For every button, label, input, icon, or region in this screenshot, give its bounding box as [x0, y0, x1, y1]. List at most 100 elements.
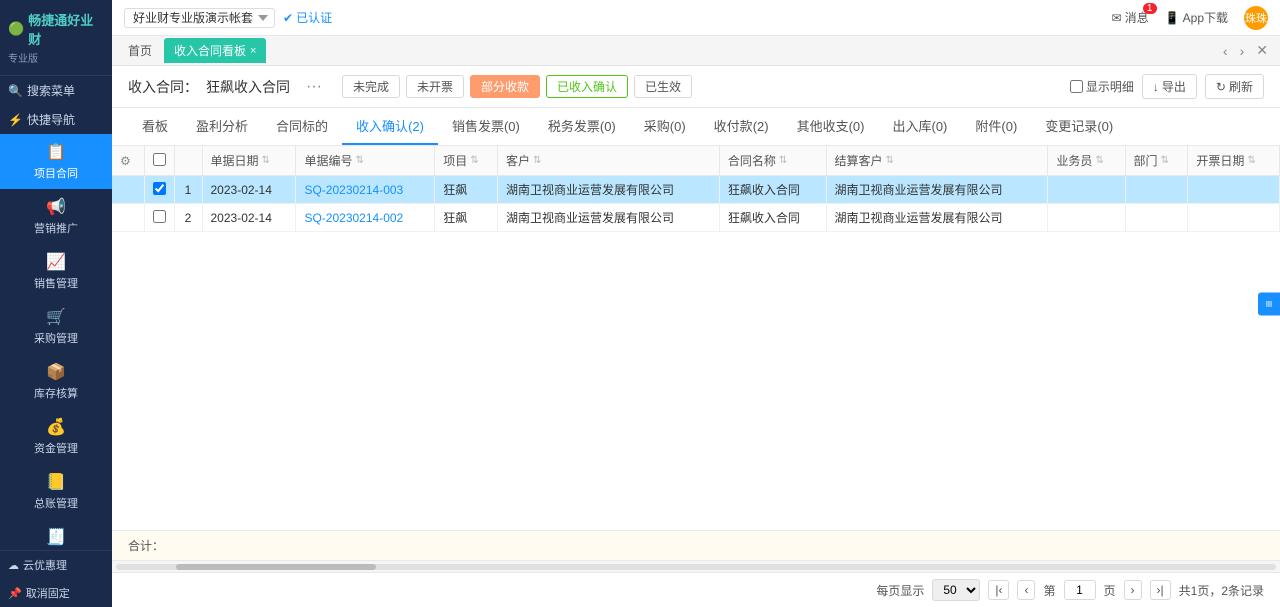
select-all-checkbox[interactable] — [153, 153, 166, 166]
col-project: 项目 ⇅ — [435, 146, 498, 176]
show-detail-label: 显示明细 — [1086, 78, 1134, 95]
more-options-btn[interactable]: ··· — [306, 78, 322, 96]
tab-contract-board[interactable]: 收入合同看板 × — [164, 38, 266, 63]
sort-project-icon[interactable]: ⇅ — [470, 155, 478, 166]
export-btn[interactable]: ↓ 导出 — [1142, 74, 1197, 99]
app-download-label: App下载 — [1183, 9, 1228, 26]
col-invoice-date: 开票日期 ⇅ — [1188, 146, 1280, 176]
message-btn[interactable]: ✉ 1 消息 — [1112, 9, 1149, 26]
sub-tab-board[interactable]: 看板 — [128, 108, 182, 145]
sub-tab-attachment[interactable]: 附件(0) — [961, 108, 1031, 145]
sidebar-item-funds[interactable]: 💰 资金管理 — [0, 409, 112, 464]
page-last-btn[interactable]: ›| — [1150, 580, 1171, 600]
tab-next-btn[interactable]: › — [1236, 41, 1249, 61]
sub-tab-count: (0) — [1001, 119, 1017, 134]
sub-tab-profit[interactable]: 盈利分析 — [182, 108, 262, 145]
row-date: 2023-02-14 — [202, 176, 296, 204]
row-checkbox[interactable] — [153, 210, 166, 223]
col-date: 单据日期 ⇅ — [202, 146, 296, 176]
settings-icon[interactable]: ⚙ — [120, 154, 131, 168]
sub-tab-count: (0) — [932, 119, 948, 134]
panel-icon: ≡ — [1262, 300, 1276, 307]
unpin-label: 取消固定 — [26, 585, 70, 601]
page-first-btn[interactable]: |‹ — [988, 580, 1009, 600]
sub-tab-revenue-confirm[interactable]: 收入确认(2) — [342, 108, 438, 145]
sort-billing-icon[interactable]: ⇅ — [886, 155, 894, 166]
sub-tab-payment[interactable]: 收付款(2) — [700, 108, 783, 145]
scrollbar-thumb[interactable] — [176, 564, 376, 570]
sidebar-item-general[interactable]: 📒 总账管理 — [0, 464, 112, 519]
table-row[interactable]: 1 2023-02-14 SQ-20230214-003 狂飙 湖南卫视商业运营… — [112, 176, 1280, 204]
refresh-icon: ↻ — [1216, 80, 1226, 94]
page-prev-btn[interactable]: ‹ — [1017, 580, 1035, 600]
sales-icon: 📈 — [46, 252, 66, 272]
tab-home[interactable]: 首页 — [120, 38, 160, 63]
right-panel-toggle[interactable]: ≡ — [1258, 292, 1280, 315]
sub-tab-other[interactable]: 其他收支(0) — [783, 108, 879, 145]
sub-tab-label: 收入确认 — [356, 119, 408, 134]
app-download-btn[interactable]: 📱 App下载 — [1165, 9, 1228, 26]
sidebar-item-inventory[interactable]: 📦 库存核算 — [0, 354, 112, 409]
sidebar-item-label: 项目合同 — [34, 165, 78, 181]
tab-close-all-btn[interactable]: ✕ — [1252, 40, 1272, 61]
row-checkbox[interactable] — [153, 182, 166, 195]
sub-tab-change-log[interactable]: 变更记录(0) — [1031, 108, 1127, 145]
sort-sales-icon[interactable]: ⇅ — [1095, 155, 1103, 166]
order-no-link[interactable]: SQ-20230214-003 — [304, 183, 403, 197]
row-department — [1125, 176, 1188, 204]
sub-tab-label: 其他收支 — [797, 119, 849, 134]
sub-tab-sales-invoice[interactable]: 销售发票(0) — [438, 108, 534, 145]
contract-name: 狂飙收入合同 — [206, 77, 290, 97]
per-page-select[interactable]: 50 — [932, 579, 980, 601]
inventory-icon: 📦 — [46, 362, 66, 382]
sort-dept-icon[interactable]: ⇅ — [1161, 155, 1169, 166]
sidebar-item-quick-nav[interactable]: ⚡ 快捷导航 — [0, 105, 112, 134]
company-select[interactable]: 好业财专业版演示帐套 — [124, 8, 275, 28]
tab-close-btn[interactable]: × — [250, 45, 256, 57]
sidebar-cloud-btn[interactable]: ☁ 云优惠理 — [0, 551, 112, 579]
company-selector[interactable]: 好业财专业版演示帐套 — [124, 8, 275, 28]
project-contract-icon: 📋 — [46, 142, 66, 162]
sub-tab-subject[interactable]: 合同标的 — [262, 108, 342, 145]
sidebar-unpin-btn[interactable]: 📌 取消固定 — [0, 579, 112, 607]
sidebar-item-marketing[interactable]: 📢 营销推广 — [0, 189, 112, 244]
footer-total-label: 合计： — [128, 539, 164, 553]
show-detail-input[interactable] — [1070, 80, 1083, 93]
row-contract-name: 狂飙收入合同 — [719, 204, 826, 232]
sub-tab-count: (0) — [1097, 119, 1113, 134]
refresh-btn[interactable]: ↻ 刷新 — [1205, 74, 1264, 99]
sub-tab-tax-invoice[interactable]: 税务发票(0) — [534, 108, 630, 145]
user-avatar[interactable]: 珠珠 — [1244, 6, 1268, 30]
sort-invoice-date-icon[interactable]: ⇅ — [1247, 155, 1255, 166]
status-btn-confirmed[interactable]: 已收入确认 — [546, 75, 628, 98]
row-order-no: SQ-20230214-002 — [296, 204, 435, 232]
sort-contract-icon[interactable]: ⇅ — [779, 155, 787, 166]
status-btn-incomplete[interactable]: 未完成 — [342, 75, 400, 98]
sidebar-item-invoice[interactable]: 🧾 发票管理 — [0, 519, 112, 550]
table-row[interactable]: 2 2023-02-14 SQ-20230214-002 狂飙 湖南卫视商业运营… — [112, 204, 1280, 232]
sort-customer-icon[interactable]: ⇅ — [533, 155, 541, 166]
sub-tab-purchase[interactable]: 采购(0) — [630, 108, 700, 145]
tab-prev-btn[interactable]: ‹ — [1219, 41, 1232, 61]
certified-icon: ✔ — [283, 11, 293, 25]
sidebar-item-purchase[interactable]: 🛒 采购管理 — [0, 299, 112, 354]
order-no-link[interactable]: SQ-20230214-002 — [304, 211, 403, 225]
sort-orderno-icon[interactable]: ⇅ — [355, 155, 363, 166]
status-btn-uninvoiced[interactable]: 未开票 — [406, 75, 464, 98]
status-btn-partial[interactable]: 部分收款 — [470, 75, 540, 98]
tabbar-nav: ‹ › ✕ — [1219, 40, 1272, 61]
show-detail-checkbox[interactable]: 显示明细 — [1070, 78, 1134, 95]
sub-tab-warehouse[interactable]: 出入库(0) — [878, 108, 961, 145]
sidebar-item-sales[interactable]: 📈 销售管理 — [0, 244, 112, 299]
horizontal-scrollbar[interactable] — [112, 560, 1280, 572]
sidebar-item-project-contract[interactable]: 📋 项目合同 — [0, 134, 112, 189]
download-icon: 📱 — [1165, 11, 1180, 25]
row-settings — [112, 176, 144, 204]
sidebar-item-search[interactable]: 🔍 搜索菜单 — [0, 76, 112, 105]
sort-date-icon[interactable]: ⇅ — [262, 155, 270, 166]
status-btn-effective[interactable]: 已生效 — [634, 75, 692, 98]
page-next-btn[interactable]: › — [1124, 580, 1142, 600]
content-header: 收入合同： 狂飙收入合同 ··· 未完成 未开票 部分收款 已收入确认 已生效 … — [112, 66, 1280, 108]
page-input[interactable]: 1 — [1064, 580, 1096, 600]
row-checkbox-cell — [144, 176, 174, 204]
